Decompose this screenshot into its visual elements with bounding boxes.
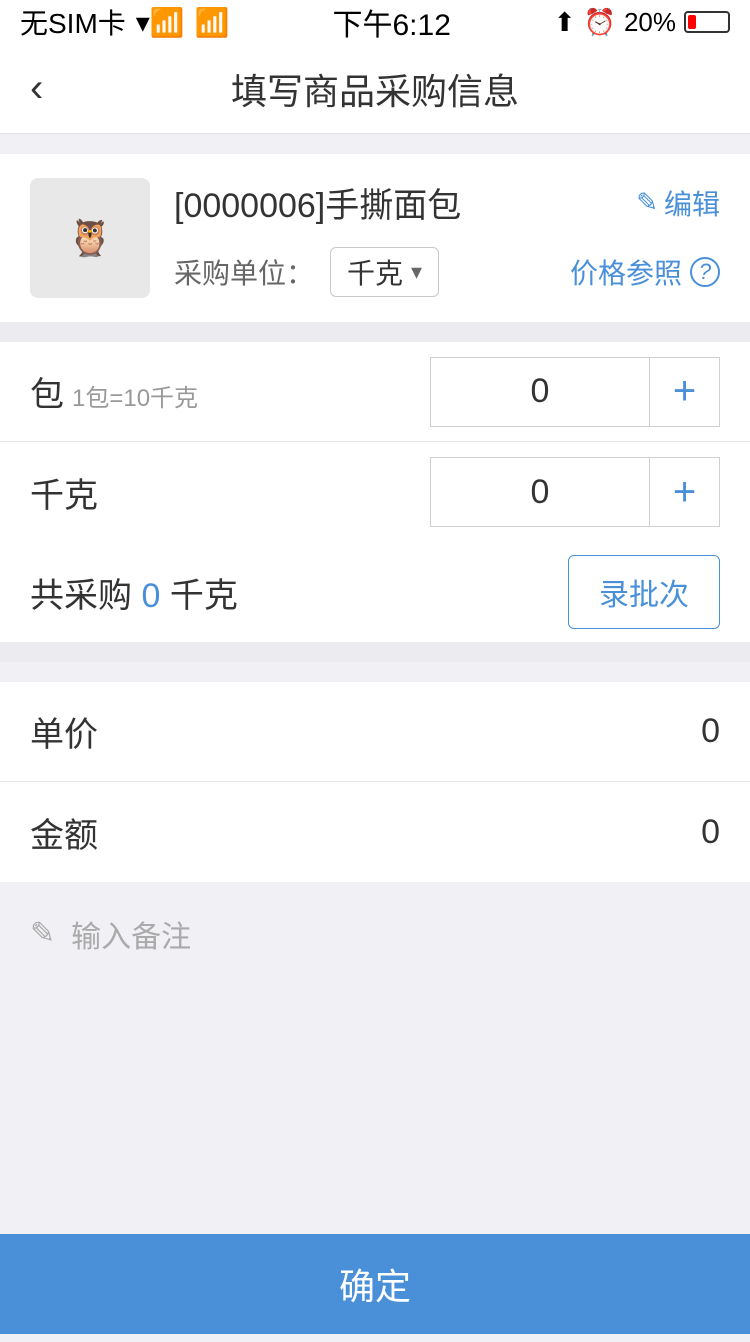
total-value: 0 bbox=[141, 577, 169, 615]
product-image: 🦉 bbox=[30, 178, 150, 298]
alarm-icon: ⏰ bbox=[584, 7, 616, 38]
product-card: 🦉 [0000006]手撕面包 ✎ 编辑 采购单位： 千克 ▾ 价格参照 ? bbox=[0, 154, 750, 322]
unit-price-value: 0 bbox=[701, 712, 720, 751]
unit-label: 采购单位： bbox=[174, 252, 314, 292]
wifi-signal: 📶 bbox=[195, 6, 230, 39]
price-section: 单价 0 金额 0 bbox=[0, 682, 750, 882]
confirm-button-label: 确定 bbox=[339, 1258, 411, 1310]
amount-value: 0 bbox=[701, 813, 720, 852]
price-ref-button[interactable]: 价格参照 ? bbox=[570, 252, 720, 292]
back-button[interactable]: ‹ bbox=[30, 66, 43, 111]
total-text: 共采购 0 千克 bbox=[30, 568, 238, 617]
carrier-label: 无SIM卡 bbox=[20, 2, 126, 42]
battery-percent: 20% bbox=[624, 7, 676, 38]
bao-label: 包1包=10千克 bbox=[30, 367, 230, 416]
bao-input-control: + bbox=[250, 357, 720, 427]
bao-sub: 1包=10千克 bbox=[72, 385, 198, 412]
product-logo-icon: 🦉 bbox=[68, 217, 113, 259]
bao-plus-button[interactable]: + bbox=[650, 357, 720, 427]
batch-button[interactable]: 录批次 bbox=[568, 555, 720, 629]
total-row: 共采购 0 千克 录批次 bbox=[0, 542, 750, 642]
unit-price-label: 单价 bbox=[30, 707, 98, 756]
unit-selector[interactable]: 千克 ▾ bbox=[330, 247, 439, 297]
unit-value: 千克 bbox=[347, 252, 403, 292]
note-placeholder: 输入备注 bbox=[71, 912, 191, 956]
confirm-button[interactable]: 确定 bbox=[0, 1234, 750, 1334]
bao-quantity-input[interactable] bbox=[430, 357, 650, 427]
edit-label: 编辑 bbox=[664, 183, 720, 223]
status-right: ⬆ ⏰ 20% bbox=[554, 7, 730, 38]
wifi-icon: ▾📶 bbox=[136, 6, 185, 39]
edit-icon: ✎ bbox=[636, 187, 658, 218]
amount-row: 金额 0 bbox=[0, 782, 750, 882]
product-name-row: [0000006]手撕面包 ✎ 编辑 bbox=[174, 178, 720, 227]
page-title: 填写商品采购信息 bbox=[231, 63, 519, 115]
location-icon: ⬆ bbox=[554, 7, 576, 38]
kg-input-control: + bbox=[250, 457, 720, 527]
status-time: 下午6:12 bbox=[332, 0, 450, 44]
status-bar: 无SIM卡 ▾📶 📶 下午6:12 ⬆ ⏰ 20% bbox=[0, 0, 750, 44]
section-divider-1 bbox=[0, 322, 750, 342]
price-ref-icon: ? bbox=[690, 257, 720, 287]
battery-icon bbox=[684, 11, 730, 33]
nav-bar: ‹ 填写商品采购信息 bbox=[0, 44, 750, 134]
unit-price-row: 单价 0 bbox=[0, 682, 750, 782]
kg-quantity-input[interactable] bbox=[430, 457, 650, 527]
note-pencil-icon: ✎ bbox=[30, 916, 55, 951]
product-unit-row: 采购单位： 千克 ▾ 价格参照 ? bbox=[174, 247, 720, 297]
price-ref-label: 价格参照 bbox=[570, 252, 682, 292]
product-info: [0000006]手撕面包 ✎ 编辑 采购单位： 千克 ▾ 价格参照 ? bbox=[174, 178, 720, 297]
kg-input-row: 千克 + bbox=[0, 442, 750, 542]
kg-plus-button[interactable]: + bbox=[650, 457, 720, 527]
edit-button[interactable]: ✎ 编辑 bbox=[636, 183, 720, 223]
status-left: 无SIM卡 ▾📶 📶 bbox=[20, 2, 230, 42]
note-section[interactable]: ✎ 输入备注 bbox=[0, 882, 750, 1062]
kg-label: 千克 bbox=[30, 468, 230, 517]
input-section: 包1包=10千克 + 千克 + bbox=[0, 342, 750, 542]
product-full-name: [0000006]手撕面包 bbox=[174, 178, 461, 227]
section-divider-2 bbox=[0, 642, 750, 662]
bao-input-row: 包1包=10千克 + bbox=[0, 342, 750, 442]
amount-label: 金额 bbox=[30, 808, 98, 857]
unit-arrow-icon: ▾ bbox=[411, 259, 422, 285]
